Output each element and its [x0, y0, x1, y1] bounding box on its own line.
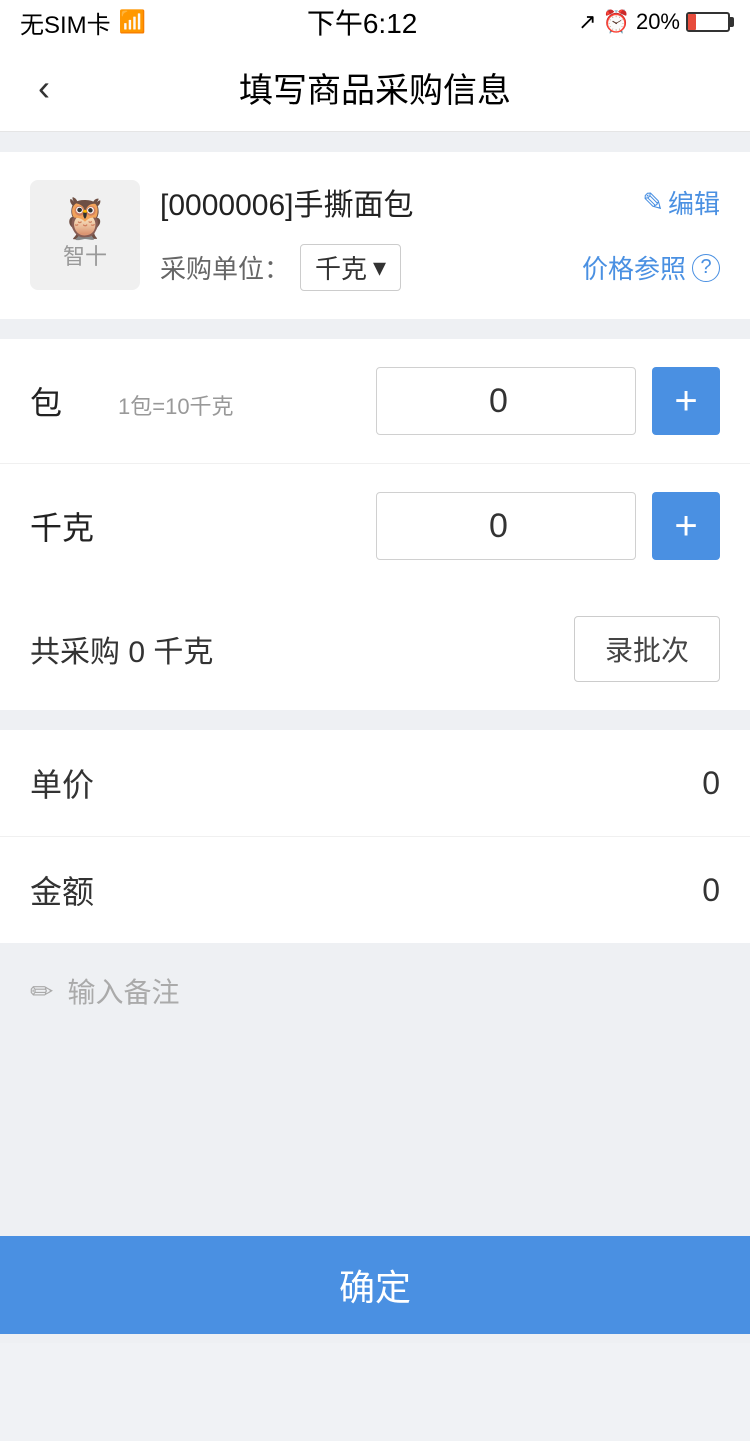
page-title: 填写商品采购信息 [239, 63, 511, 112]
kg-field-wrap: + [110, 492, 720, 560]
amount-label: 金额 [30, 867, 94, 913]
amount-value: 0 [702, 872, 720, 909]
bao-sublabel: 1包=10千克 [118, 389, 234, 421]
unit-select[interactable]: 千克 ▾ [300, 244, 401, 291]
battery-percent: 20% [636, 9, 680, 35]
kg-plus-button[interactable]: + [652, 492, 720, 560]
product-image-label: 智十 [63, 239, 107, 271]
kg-input[interactable] [376, 492, 636, 560]
product-name-row: [0000006]手撕面包 ✎ 编辑 [160, 180, 720, 224]
unit-dropdown-icon: ▾ [373, 252, 386, 283]
back-button[interactable]: ‹ [28, 57, 60, 119]
summary-text: 共采购 0 千克 [30, 627, 213, 671]
nav-bar: ‹ 填写商品采购信息 [0, 44, 750, 132]
status-left: 无SIM卡 📶 [20, 5, 146, 40]
price-section: 单价 0 金额 0 [0, 730, 750, 943]
bao-plus-button[interactable]: + [652, 367, 720, 435]
purchase-unit-label: 采购单位： [160, 249, 290, 286]
confirm-button[interactable]: 确定 [0, 1236, 750, 1334]
input-section: 包 1包=10千克 + 千克 + [0, 339, 750, 588]
bao-input[interactable] [376, 367, 636, 435]
top-divider [0, 132, 750, 152]
unit-value: 千克 [315, 249, 367, 286]
amount-row: 金额 0 [0, 837, 750, 943]
price-ref-label: 价格参照 [582, 249, 686, 286]
purchase-unit-row: 采购单位： 千克 ▾ 价格参照 ? [160, 244, 720, 291]
bao-label-group: 包 1包=10千克 [30, 378, 234, 424]
batch-button[interactable]: 录批次 [574, 616, 720, 682]
alarm-icon: ⏰ [603, 9, 630, 35]
product-card: 🦉 智十 [0000006]手撕面包 ✎ 编辑 采购单位： 千克 ▾ 价格参照 … [0, 152, 750, 319]
pencil-icon: ✏ [30, 975, 53, 1008]
product-logo-icon: 🦉 [60, 199, 110, 239]
location-icon: ↗ [578, 9, 596, 35]
summary-row: 共采购 0 千克 录批次 [0, 588, 750, 710]
status-right: ↗ ⏰ 20% [578, 9, 730, 35]
status-time: 下午6:12 [307, 2, 418, 42]
unit-price-value: 0 [702, 765, 720, 802]
bao-label: 包 [30, 378, 110, 424]
product-image: 🦉 智十 [30, 180, 140, 290]
edit-label: 编辑 [668, 184, 720, 221]
wifi-icon: 📶 [119, 9, 146, 35]
edit-icon: ✎ [642, 187, 664, 218]
battery-icon [686, 12, 730, 32]
product-full-name: [0000006]手撕面包 [160, 180, 413, 224]
carrier-label: 无SIM卡 [20, 5, 111, 40]
edit-button[interactable]: ✎ 编辑 [642, 184, 720, 221]
mid-divider-1 [0, 319, 750, 339]
bao-input-row: 包 1包=10千克 + [0, 339, 750, 464]
kg-label: 千克 [30, 503, 110, 549]
status-bar: 无SIM卡 📶 下午6:12 ↗ ⏰ 20% [0, 0, 750, 44]
mid-divider-2 [0, 710, 750, 730]
price-ref-help-icon: ? [692, 254, 720, 282]
price-ref-button[interactable]: 价格参照 ? [582, 249, 720, 286]
note-placeholder: 输入备注 [67, 971, 179, 1011]
unit-price-label: 单价 [30, 760, 94, 806]
kg-input-row: 千克 + [0, 464, 750, 588]
product-info: [0000006]手撕面包 ✎ 编辑 采购单位： 千克 ▾ 价格参照 ? [160, 180, 720, 291]
bao-field-wrap: + [234, 367, 720, 435]
unit-price-row: 单价 0 [0, 730, 750, 837]
